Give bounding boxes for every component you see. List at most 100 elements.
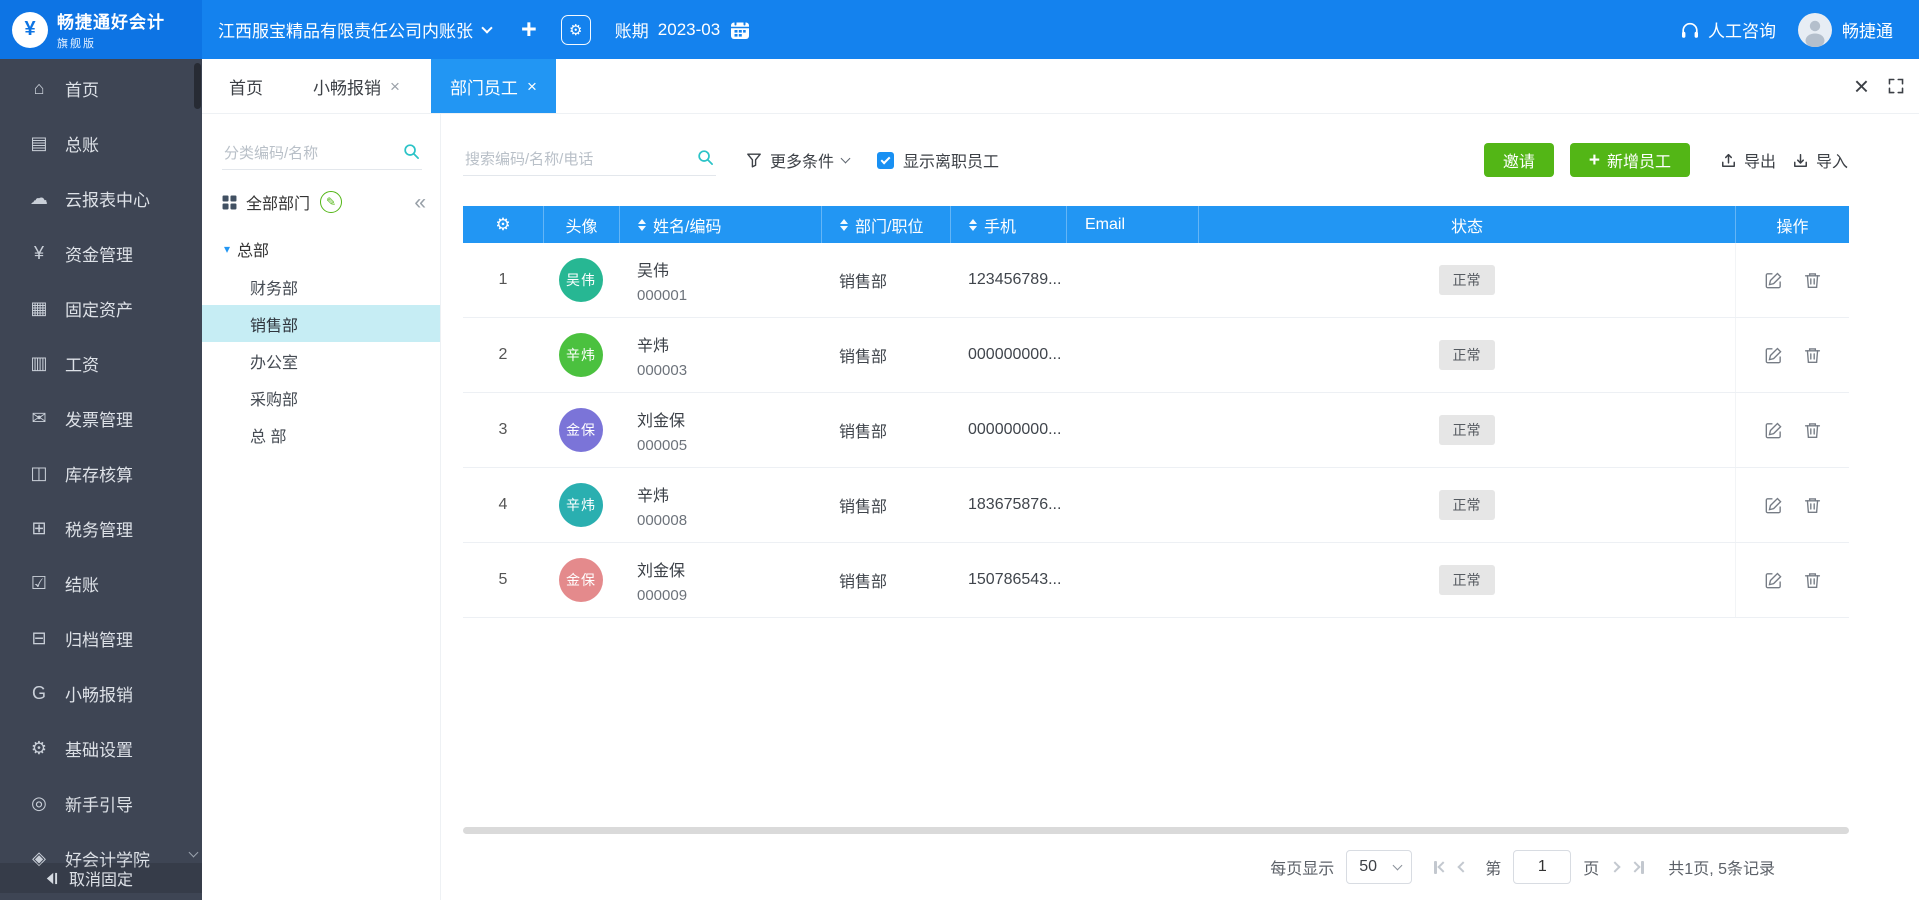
tree-node[interactable]: 采购部: [202, 379, 440, 416]
collapse-panel-icon[interactable]: «: [414, 192, 426, 213]
department-search-input[interactable]: [222, 138, 422, 170]
table-row[interactable]: 3 金保 刘金保 000005 销售部 000000000... 正常: [463, 393, 1849, 468]
tree-node[interactable]: 办公室: [202, 342, 440, 379]
row-index: 1: [463, 243, 543, 317]
sidebar-item[interactable]: ⚙ 基础设置: [0, 721, 202, 776]
app-title: 畅捷通好会计: [57, 8, 165, 33]
show-resigned-toggle[interactable]: 显示离职员工: [877, 148, 999, 172]
period-value[interactable]: 2023-03: [658, 20, 720, 40]
delete-icon[interactable]: [1803, 421, 1822, 440]
per-page-label: 每页显示: [1270, 855, 1334, 879]
sidebar-item[interactable]: ◫ 库存核算: [0, 446, 202, 501]
last-page-button[interactable]: [1631, 861, 1644, 874]
prev-page-button[interactable]: [1459, 863, 1467, 871]
fullscreen-icon[interactable]: [1887, 77, 1905, 95]
page-size-select[interactable]: 50: [1346, 850, 1412, 884]
pagination: 每页显示 50 第 页 共1页, 5条记录: [463, 834, 1849, 900]
show-resigned-checkbox[interactable]: [877, 152, 894, 169]
phone-cell: 183675876...: [950, 468, 1066, 542]
account-settings-icon[interactable]: ⚙: [561, 15, 591, 45]
user-avatar[interactable]: [1798, 13, 1832, 47]
sidebar-item[interactable]: ▦ 固定资产: [0, 281, 202, 336]
actions-cell: [1735, 318, 1849, 392]
tab[interactable]: 小畅报销 ×: [294, 59, 419, 113]
add-account-button[interactable]: +: [521, 16, 537, 43]
calendar-icon[interactable]: [729, 19, 751, 41]
sidebar-item[interactable]: ¥ 资金管理: [0, 226, 202, 281]
delete-icon[interactable]: [1803, 496, 1822, 515]
department-cell: 销售部: [821, 243, 950, 317]
import-button[interactable]: 导入: [1792, 148, 1848, 172]
invite-button[interactable]: 邀请: [1484, 143, 1554, 177]
sidebar-item-label: 工资: [65, 351, 99, 376]
delete-icon[interactable]: [1803, 571, 1822, 590]
tab[interactable]: 首页: [210, 59, 282, 113]
topbar-right: 人工咨询 畅捷通: [1680, 13, 1919, 47]
all-departments-row[interactable]: 全部部门 ✎ «: [222, 190, 426, 214]
tree-node[interactable]: 销售部: [202, 305, 440, 342]
search-icon[interactable]: [697, 149, 714, 166]
sidebar-item-label: 归档管理: [65, 626, 133, 651]
delete-icon[interactable]: [1803, 346, 1822, 365]
sidebar-item[interactable]: ⌂ 首页: [0, 61, 202, 116]
sidebar-item[interactable]: ☑ 结账: [0, 556, 202, 611]
company-selector[interactable]: 江西服宝精品有限责任公司内账张: [218, 17, 491, 42]
employee-search-input[interactable]: [463, 144, 716, 176]
sidebar-item[interactable]: ⊟ 归档管理: [0, 611, 202, 666]
add-employee-button[interactable]: + 新增员工: [1570, 143, 1690, 177]
edit-icon[interactable]: [1764, 346, 1783, 365]
brand-logo[interactable]: ¥ 畅捷通好会计 旗舰版: [0, 0, 202, 59]
tab-close-icon[interactable]: ×: [390, 78, 400, 95]
sidebar-scrollbar[interactable]: [194, 63, 201, 109]
sidebar-item[interactable]: G 小畅报销: [0, 666, 202, 721]
edit-department-icon[interactable]: ✎: [320, 191, 342, 213]
edit-icon[interactable]: [1764, 421, 1783, 440]
sort-icon[interactable]: [638, 219, 646, 231]
import-icon: [1792, 152, 1809, 169]
edit-icon[interactable]: [1764, 271, 1783, 290]
guide-icon: ◎: [28, 793, 50, 814]
table-row[interactable]: 4 辛炜 辛炜 000008 销售部 183675876... 正常: [463, 468, 1849, 543]
caret-down-icon[interactable]: ▾: [224, 242, 230, 256]
tree-node-label: 办公室: [250, 349, 298, 373]
edit-icon[interactable]: [1764, 571, 1783, 590]
sort-icon[interactable]: [840, 219, 848, 231]
invite-label: 邀请: [1503, 148, 1535, 172]
sidebar-item[interactable]: ▥ 工资: [0, 336, 202, 391]
sidebar-item[interactable]: ☁ 云报表中心: [0, 171, 202, 226]
sidebar-item[interactable]: ⊞ 税务管理: [0, 501, 202, 556]
delete-icon[interactable]: [1803, 271, 1822, 290]
cloud-report-icon: ☁: [28, 188, 50, 209]
more-filters-button[interactable]: 更多条件: [746, 148, 849, 172]
sort-icon[interactable]: [969, 219, 977, 231]
next-page-button[interactable]: [1611, 863, 1619, 871]
horizontal-scrollbar[interactable]: [463, 827, 1849, 834]
table-row[interactable]: 5 金保 刘金保 000009 销售部 150786543... 正常: [463, 543, 1849, 618]
tab-close-icon[interactable]: ×: [527, 78, 537, 95]
department-cell: 销售部: [821, 393, 950, 467]
column-settings-icon[interactable]: ⚙: [495, 215, 510, 235]
tree-node[interactable]: 总 部: [202, 416, 440, 453]
table-row[interactable]: 2 辛炜 辛炜 000003 销售部 000000000... 正常: [463, 318, 1849, 393]
sidebar-item[interactable]: ▤ 总账: [0, 116, 202, 171]
username[interactable]: 畅捷通: [1842, 17, 1893, 42]
tree-node-root[interactable]: ▾ 总部: [202, 230, 440, 268]
tab[interactable]: 部门员工 ×: [431, 59, 556, 113]
employee-name: 刘金保: [637, 407, 685, 431]
edit-icon[interactable]: [1764, 496, 1783, 515]
sidebar-item[interactable]: ◎ 新手引导: [0, 776, 202, 831]
page-number-input[interactable]: [1513, 850, 1571, 884]
tree-node-label: 采购部: [250, 386, 298, 410]
export-button[interactable]: 导出: [1720, 148, 1776, 172]
filter-icon: [746, 152, 762, 168]
all-departments-label: 全部部门: [246, 190, 310, 214]
first-page-button[interactable]: [1434, 861, 1447, 874]
close-icon[interactable]: ×: [1854, 73, 1869, 99]
tree-node[interactable]: 财务部: [202, 268, 440, 305]
sidebar-item[interactable]: ✉ 发票管理: [0, 391, 202, 446]
search-icon[interactable]: [403, 143, 420, 160]
unpin-button[interactable]: 取消固定: [0, 863, 202, 893]
table-row[interactable]: 1 吴伟 吴伟 000001 销售部 123456789... 正常: [463, 243, 1849, 318]
support-button[interactable]: 人工咨询: [1680, 17, 1776, 42]
sidebar-item-label: 固定资产: [65, 296, 133, 321]
